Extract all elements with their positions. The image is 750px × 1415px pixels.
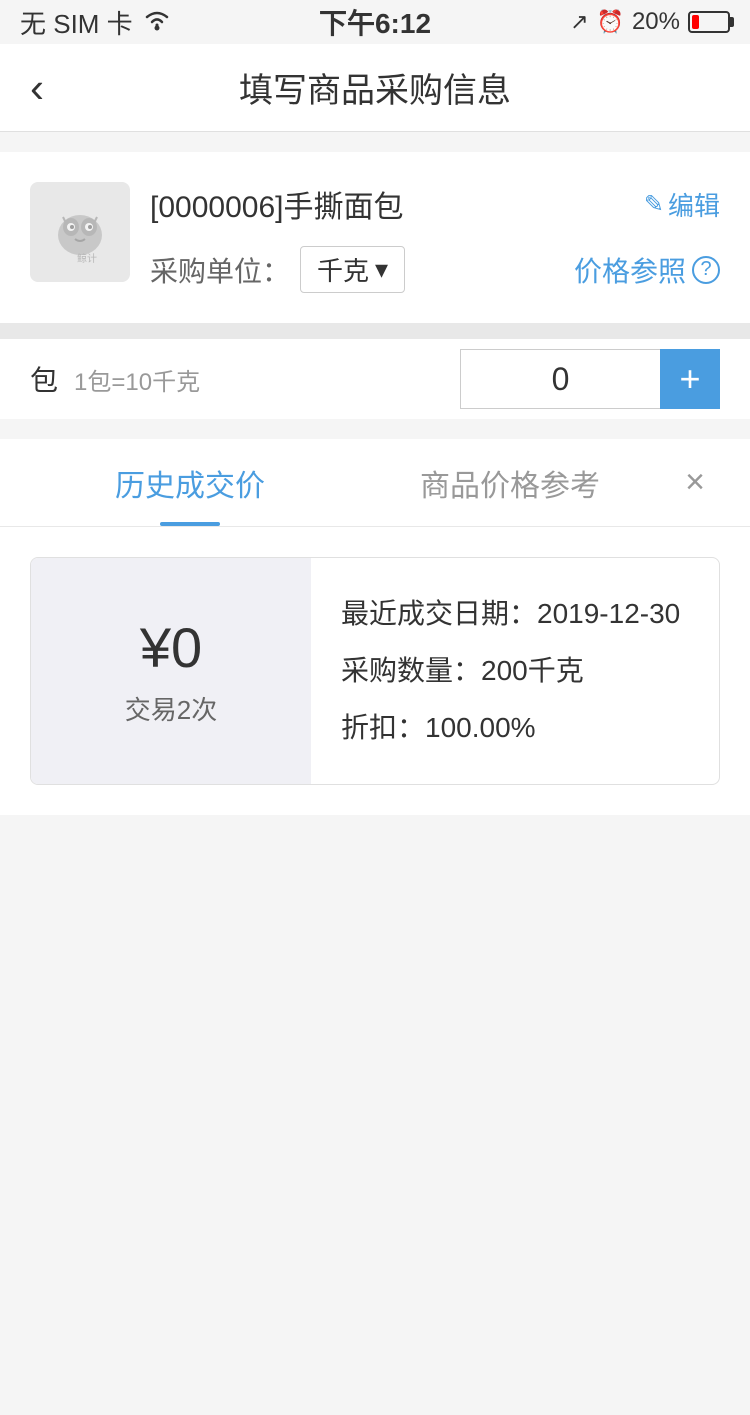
unit-select[interactable]: 千克 ▾ (300, 246, 405, 293)
battery-pct: 20% (632, 8, 680, 36)
tab-history-price[interactable]: 历史成交价 (30, 439, 350, 526)
tab-product-price-ref[interactable]: 商品价格参考 (350, 439, 670, 526)
svg-text:鲸计: 鲸计 (77, 252, 97, 265)
quantity-input[interactable] (460, 349, 660, 409)
alarm-icon: ⏰ (597, 9, 624, 35)
quantity-plus-button[interactable]: + (660, 349, 720, 409)
product-logo-icon: 鲸计 (45, 197, 115, 267)
carrier-label: 无 SIM 卡 (20, 4, 133, 41)
product-thumbnail: 鲸计 (30, 182, 130, 282)
location-icon: ↗ (570, 9, 588, 35)
back-button[interactable]: ‹ (30, 64, 44, 112)
quantity-label: 包 1包=10千克 (30, 359, 200, 399)
price-card: ¥0 交易2次 最近成交日期：2019-12-30 采购数量：200千克 折扣：… (30, 557, 720, 785)
package-conversion: 1包=10千克 (74, 362, 200, 397)
status-right: ↗ ⏰ 20% (570, 8, 730, 36)
status-left: 无 SIM 卡 (20, 4, 171, 41)
price-card-right: 最近成交日期：2019-12-30 采购数量：200千克 折扣：100.00% (311, 558, 719, 784)
unit-label: 采购单位： 千克 ▾ (150, 246, 405, 293)
edit-button[interactable]: ✎ 编辑 (644, 186, 720, 223)
page-title: 填写商品采购信息 (239, 63, 511, 112)
tabs-header: 历史成交价 商品价格参考 × (0, 439, 750, 527)
wifi-icon (143, 7, 171, 38)
edit-icon: ✎ (644, 190, 664, 219)
battery-indicator (688, 11, 730, 33)
quantity-row: 包 1包=10千克 + (0, 339, 750, 419)
nav-bar: ‹ 填写商品采购信息 (0, 44, 750, 132)
status-bar: 无 SIM 卡 下午6:12 ↗ ⏰ 20% (0, 0, 750, 44)
price-detail-qty: 采购数量：200千克 (341, 651, 689, 690)
package-label: 包 (30, 359, 58, 399)
main-content-area (0, 815, 750, 1415)
price-reference-button[interactable]: 价格参照 ? (574, 250, 720, 290)
status-time: 下午6:12 (319, 2, 431, 42)
product-info: [0000006]手撕面包 ✎ 编辑 采购单位： 千克 ▾ 价格参照 ? (150, 182, 720, 293)
price-amount: ¥0 (140, 615, 202, 680)
dropdown-arrow-icon: ▾ (375, 254, 388, 285)
tab-close-button[interactable]: × (670, 458, 720, 508)
quantity-controls: + (460, 349, 720, 409)
price-cards-area: ¥0 交易2次 最近成交日期：2019-12-30 采购数量：200千克 折扣：… (0, 527, 750, 815)
tabs-section: 历史成交价 商品价格参考 × ¥0 交易2次 最近成交日期：2019-12-30… (0, 439, 750, 815)
price-detail-discount: 折扣：100.00% (341, 708, 689, 747)
product-name: [0000006]手撕面包 (150, 182, 403, 226)
product-card: 鲸计 [0000006]手撕面包 ✎ 编辑 采购单位： 千克 ▾ 价格参照 ? (0, 152, 750, 323)
help-icon: ? (692, 256, 720, 284)
price-card-left: ¥0 交易2次 (31, 558, 311, 784)
price-detail-date: 最近成交日期：2019-12-30 (341, 594, 689, 633)
section-divider (0, 323, 750, 339)
price-transactions: 交易2次 (125, 690, 217, 727)
